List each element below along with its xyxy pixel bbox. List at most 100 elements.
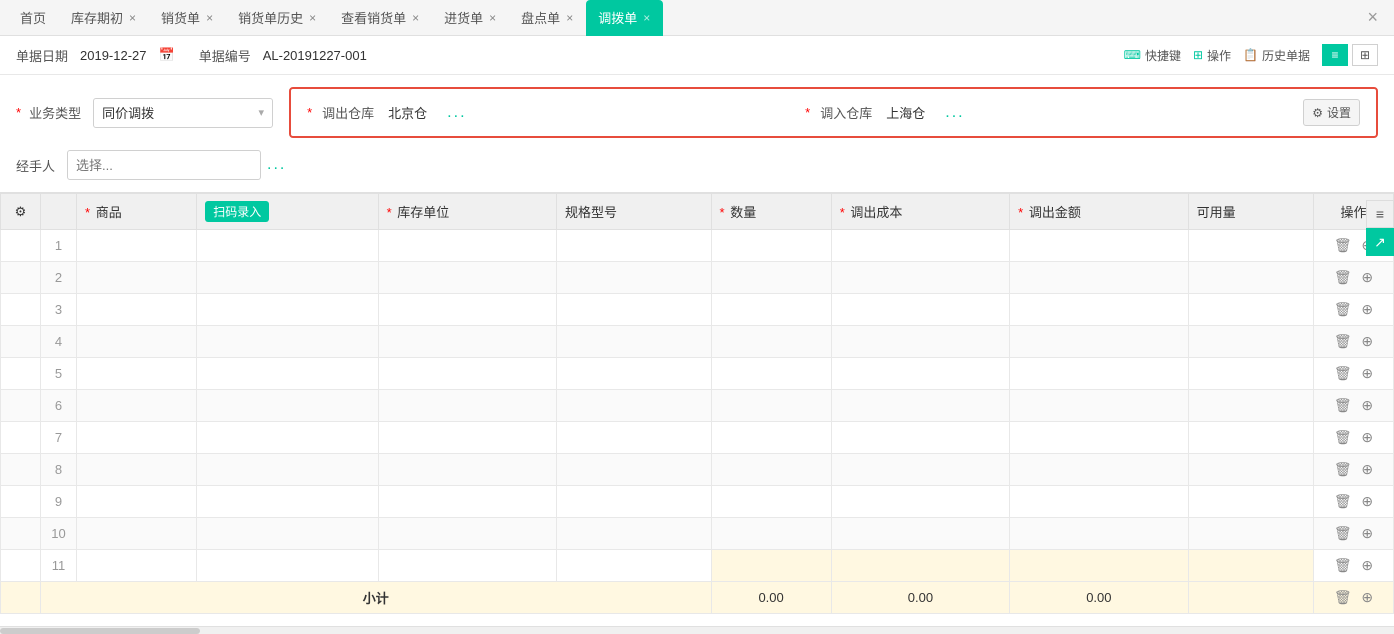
col-scan[interactable]: 扫码录入 — [197, 194, 378, 230]
handler-more[interactable]: ... — [267, 156, 286, 174]
row-amount[interactable] — [1010, 518, 1188, 550]
subtotal-copy-button[interactable]: ⊕ — [1358, 587, 1376, 608]
row-unit[interactable] — [378, 454, 556, 486]
row-copy-button[interactable]: ⊕ — [1358, 331, 1376, 352]
row-product[interactable] — [77, 486, 197, 518]
row-unit[interactable] — [378, 358, 556, 390]
tab-transfer-close[interactable]: × — [643, 11, 650, 25]
row-cost[interactable] — [831, 454, 1009, 486]
row-amount[interactable] — [1010, 294, 1188, 326]
row-spec[interactable] — [557, 326, 712, 358]
row-amount[interactable] — [1010, 454, 1188, 486]
shortcuts-button[interactable]: ⌨ 快捷键 — [1124, 47, 1181, 64]
row-spec[interactable] — [557, 230, 712, 262]
view-grid-button[interactable]: ⊞ — [1352, 44, 1378, 66]
row-amount[interactable] — [1010, 422, 1188, 454]
right-tool-external[interactable]: ↗ — [1366, 228, 1394, 256]
scan-button[interactable]: 扫码录入 — [205, 201, 269, 222]
row-unit[interactable] — [378, 390, 556, 422]
tab-view-sales-close[interactable]: × — [412, 11, 419, 25]
row-copy-button[interactable]: ⊕ — [1358, 395, 1376, 416]
row-amount[interactable] — [1010, 230, 1188, 262]
row-delete-button[interactable]: 🗑 — [1331, 299, 1355, 320]
row-delete-button[interactable]: 🗑 — [1331, 491, 1355, 512]
row-amount[interactable] — [1010, 390, 1188, 422]
row-product[interactable] — [77, 422, 197, 454]
warehouse-out-more[interactable]: ... — [447, 104, 466, 122]
row-qty[interactable] — [711, 230, 831, 262]
view-list-button[interactable]: ≡ — [1322, 44, 1348, 66]
row-unit[interactable] — [378, 294, 556, 326]
handler-input[interactable] — [67, 150, 261, 180]
warehouse-in-more[interactable]: ... — [945, 104, 964, 122]
row-spec[interactable] — [557, 358, 712, 390]
row-cost[interactable] — [831, 294, 1009, 326]
row-product[interactable] — [77, 390, 197, 422]
row-delete-button[interactable]: 🗑 — [1331, 459, 1355, 480]
row-amount[interactable] — [1010, 486, 1188, 518]
row-qty[interactable] — [711, 486, 831, 518]
row-delete-button[interactable]: 🗑 — [1331, 427, 1355, 448]
row-unit[interactable] — [378, 230, 556, 262]
tab-purchase-order[interactable]: 进货单 × — [432, 0, 509, 36]
row-amount[interactable] — [1010, 326, 1188, 358]
row-product[interactable] — [77, 518, 197, 550]
right-tool-list[interactable]: ≡ — [1366, 200, 1394, 228]
operations-button[interactable]: ⊞ 操作 — [1193, 47, 1231, 64]
row-spec[interactable] — [557, 390, 712, 422]
row-delete-button[interactable]: 🗑 — [1331, 331, 1355, 352]
row-copy-button[interactable]: ⊕ — [1358, 555, 1376, 576]
row-product[interactable] — [77, 454, 197, 486]
row-unit[interactable] — [378, 326, 556, 358]
row-copy-button[interactable]: ⊕ — [1358, 267, 1376, 288]
row-unit[interactable] — [378, 518, 556, 550]
row-qty[interactable] — [711, 518, 831, 550]
tab-sales-order-close[interactable]: × — [206, 11, 213, 25]
window-close-button[interactable]: × — [1359, 7, 1386, 28]
tab-inventory-init-close[interactable]: × — [129, 11, 136, 25]
row-cost[interactable] — [831, 422, 1009, 454]
row-unit[interactable] — [378, 262, 556, 294]
row-qty[interactable] — [711, 454, 831, 486]
row-cost[interactable] — [831, 486, 1009, 518]
row-product[interactable] — [77, 262, 197, 294]
tab-purchase-order-close[interactable]: × — [489, 11, 496, 25]
row-product[interactable] — [77, 230, 197, 262]
row-delete-button[interactable]: 🗑 — [1331, 363, 1355, 384]
row-delete-button[interactable]: 🗑 — [1331, 555, 1355, 576]
horizontal-scrollbar[interactable] — [0, 626, 1394, 634]
row-copy-button[interactable]: ⊕ — [1358, 523, 1376, 544]
row-qty[interactable] — [711, 422, 831, 454]
row-copy-button[interactable]: ⊕ — [1358, 299, 1376, 320]
row-delete-button[interactable]: 🗑 — [1331, 235, 1355, 256]
row-product[interactable] — [77, 358, 197, 390]
scrollbar-thumb[interactable] — [0, 628, 200, 634]
settings-button[interactable]: ⚙ 设置 — [1303, 99, 1360, 126]
row-cost[interactable] — [831, 230, 1009, 262]
tab-home[interactable]: 首页 — [8, 0, 59, 36]
row-cost[interactable] — [831, 262, 1009, 294]
row-copy-button[interactable]: ⊕ — [1358, 427, 1376, 448]
row-product[interactable] — [77, 326, 197, 358]
tab-sales-order[interactable]: 销货单 × — [149, 0, 226, 36]
row-copy-button[interactable]: ⊕ — [1358, 491, 1376, 512]
row-spec[interactable] — [557, 262, 712, 294]
row-product[interactable] — [77, 294, 197, 326]
row-spec[interactable] — [557, 422, 712, 454]
history-button[interactable]: 📋 历史单据 — [1243, 47, 1310, 64]
col-gear[interactable]: ⚙ — [1, 194, 41, 230]
row-unit[interactable] — [378, 486, 556, 518]
row-spec[interactable] — [557, 486, 712, 518]
row-copy-button[interactable]: ⊕ — [1358, 363, 1376, 384]
row-cost[interactable] — [831, 358, 1009, 390]
row-qty[interactable] — [711, 294, 831, 326]
row-cost[interactable] — [831, 390, 1009, 422]
tab-inventory-check[interactable]: 盘点单 × — [509, 0, 586, 36]
row-delete-button[interactable]: 🗑 — [1331, 395, 1355, 416]
row-qty[interactable] — [711, 390, 831, 422]
row-unit[interactable] — [378, 422, 556, 454]
row-amount[interactable] — [1010, 358, 1188, 390]
row-qty[interactable] — [711, 326, 831, 358]
row-qty[interactable] — [711, 262, 831, 294]
subtotal-delete-button[interactable]: 🗑 — [1331, 587, 1355, 608]
